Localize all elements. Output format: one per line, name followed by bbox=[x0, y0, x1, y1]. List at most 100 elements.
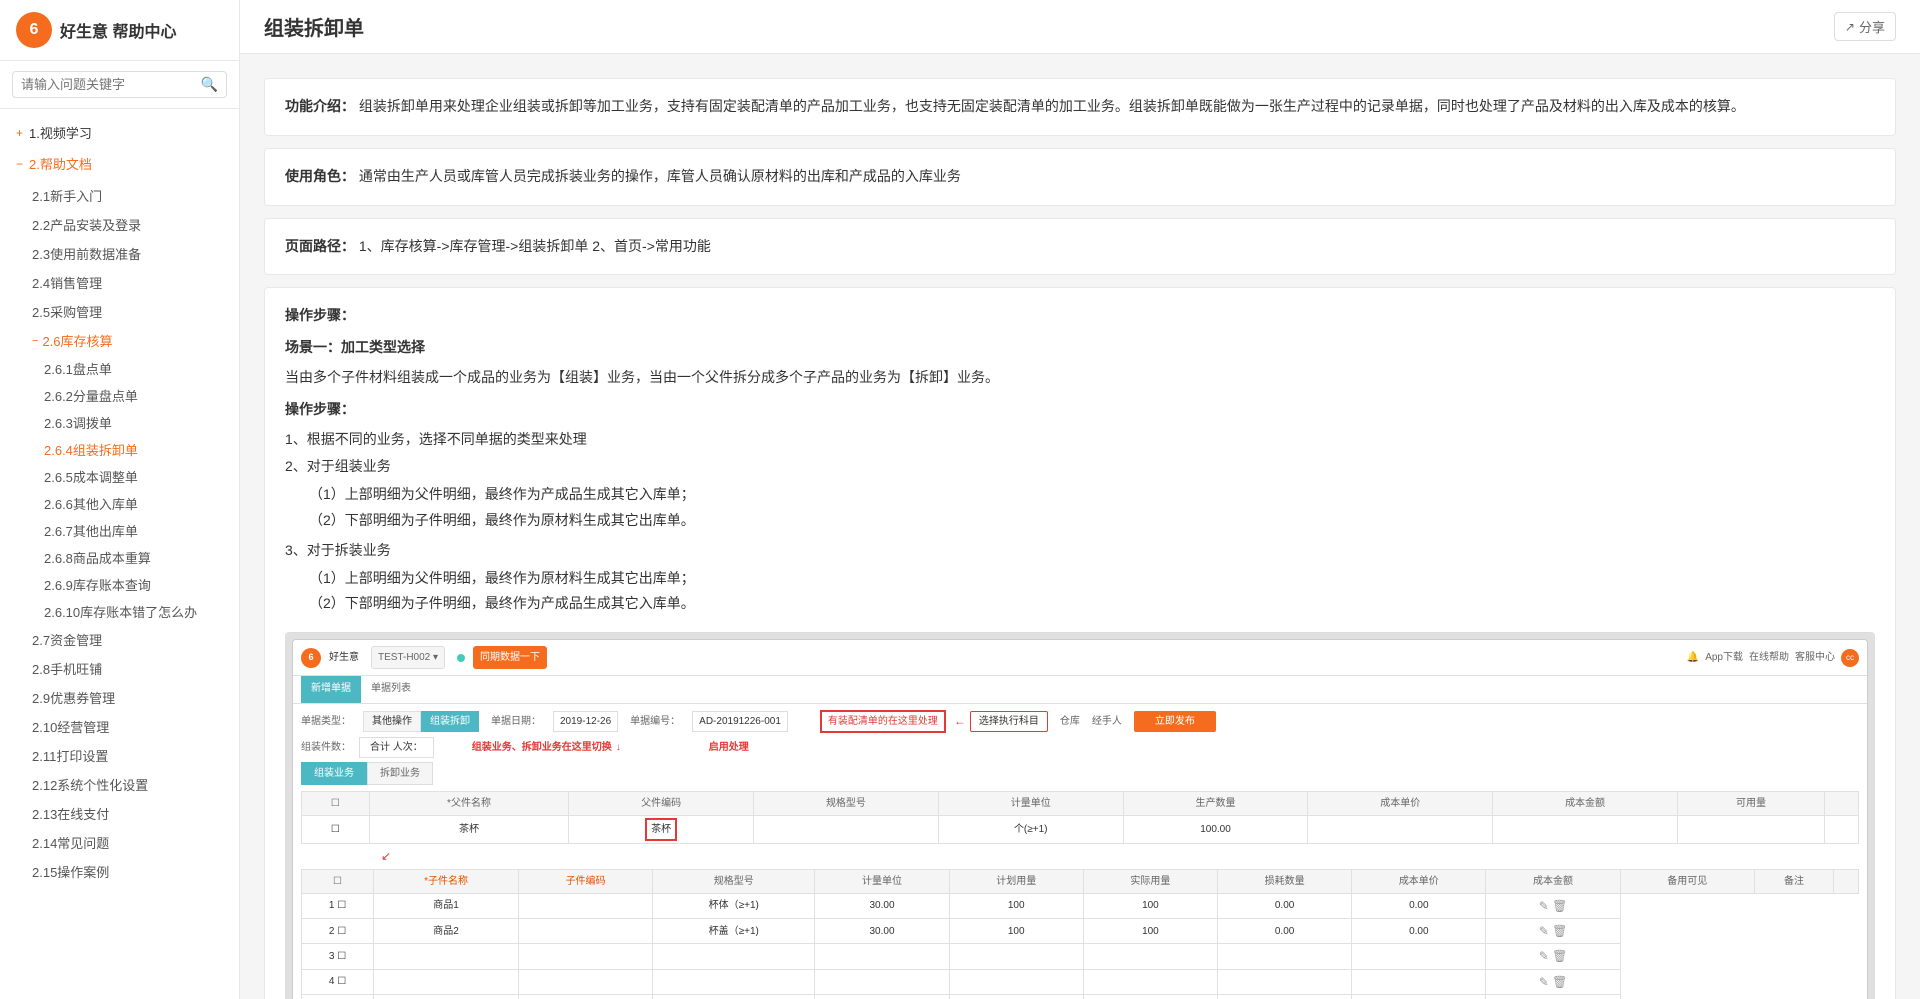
sidebar-item-sub265[interactable]: 2.6.5成本调整单 bbox=[44, 463, 239, 490]
service-icon[interactable]: 客服中心 bbox=[1795, 649, 1835, 666]
sidebar-item-cat2[interactable]: − 2.帮助文档 bbox=[0, 148, 239, 179]
ltd-check1[interactable]: 1 ☐ bbox=[302, 893, 374, 918]
ltd-unit1: 30.00 bbox=[815, 893, 949, 918]
td-check1[interactable]: ☐ bbox=[302, 816, 370, 844]
tab-assemble[interactable]: 组装拆卸 bbox=[421, 711, 479, 732]
sidebar-item-sub267[interactable]: 2.6.7其他出库单 bbox=[44, 517, 239, 544]
sidebar-item-sub27[interactable]: 2.7资金管理 bbox=[32, 625, 239, 654]
sidebar-item-sub21[interactable]: 2.1新手入门 bbox=[32, 181, 239, 210]
form-label-assemble: 组装件数： bbox=[301, 739, 351, 756]
sidebar-item-sub28[interactable]: 2.8手机旺铺 bbox=[32, 654, 239, 683]
sidebar-item-sub24[interactable]: 2.4销售管理 bbox=[32, 268, 239, 297]
th-check: ☐ bbox=[302, 792, 370, 816]
ltd-check3[interactable]: 3 ☐ bbox=[302, 944, 374, 969]
sidebar-item-sub264[interactable]: 2.6.4组装拆卸单 bbox=[44, 436, 239, 463]
intro-card: 功能介绍： 组装拆卸单用来处理企业组装或拆卸等加工业务，支持有固定装配清单的产品… bbox=[264, 78, 1896, 136]
app-brand: 好生意 bbox=[329, 649, 359, 666]
tab-assemble-type[interactable]: 组装业务 bbox=[301, 762, 367, 785]
ltd-name2: 商品2 bbox=[374, 918, 519, 943]
td-unit1: 个(≥+1) bbox=[938, 816, 1123, 844]
role-card: 使用角色： 通常由生产人员或库管人员完成拆装业务的操作，库管人员确认原材料的出库… bbox=[264, 148, 1896, 206]
sidebar-item-sub266[interactable]: 2.6.6其他入库单 bbox=[44, 490, 239, 517]
ltd-costprice2: 0.00 bbox=[1352, 918, 1486, 943]
sidebar-item-sub26[interactable]: − 2.6库存核算 bbox=[32, 326, 239, 355]
sidebar-item-sub23[interactable]: 2.3使用前数据准备 bbox=[32, 239, 239, 268]
sidebar-item-sub211[interactable]: 2.11打印设置 bbox=[32, 741, 239, 770]
sidebar-item-sub213[interactable]: 2.13在线支付 bbox=[32, 799, 239, 828]
sidebar-item-sub22[interactable]: 2.2产品安装及登录 bbox=[32, 210, 239, 239]
sidebar-item-sub263[interactable]: 2.6.3调拨单 bbox=[44, 409, 239, 436]
form-row-2: 组装件数： 合计 人次： 组装业务、拆卸业务在这里切换 ↓ 启用处理 bbox=[301, 737, 1859, 758]
bell-icon[interactable]: 🔔 bbox=[1687, 649, 1699, 666]
step2-sub1: （1）上部明细为父件明细，最终作为产成品生成其它入库单； bbox=[285, 483, 1875, 507]
page-title: 组装拆卸单 bbox=[264, 12, 364, 41]
ltd-ops1: ✎ 🗑 bbox=[1486, 893, 1620, 918]
sidebar-item-sub261[interactable]: 2.6.1盘点单 bbox=[44, 355, 239, 382]
app-company-dropdown[interactable]: TEST-H002 ▾ bbox=[371, 646, 445, 669]
sidebar-item-cat1[interactable]: + 1.视频学习 bbox=[0, 117, 239, 148]
ltd-check4[interactable]: 4 ☐ bbox=[302, 969, 374, 994]
step3-sub2: （2）下部明细为子件明细，最终作为产成品生成其它入库单。 bbox=[285, 592, 1875, 616]
path-label: 页面路径： bbox=[285, 238, 355, 254]
sidebar-item-sub210[interactable]: 2.10经营管理 bbox=[32, 712, 239, 741]
role-text: 通常由生产人员或库管人员完成拆装业务的操作，库管人员确认原材料的出库和产成品的入… bbox=[359, 168, 961, 184]
ltd-check2[interactable]: 2 ☐ bbox=[302, 918, 374, 943]
search-area: 🔍 bbox=[0, 61, 239, 109]
save-btn[interactable]: 立即发布 bbox=[1134, 711, 1216, 732]
lth-spec: 规格型号 bbox=[653, 869, 815, 893]
expand-icon-cat1: + bbox=[16, 126, 23, 140]
code-input-red1[interactable]: 茶杯 bbox=[645, 818, 677, 841]
form-label-store: 仓库 bbox=[1060, 713, 1080, 730]
sidebar-item-sub212[interactable]: 2.12系统个性化设置 bbox=[32, 770, 239, 799]
intro-text: 组装拆卸单用来处理企业组装或拆卸等加工业务，支持有固定装配清单的产品加工业务，也… bbox=[359, 98, 1745, 114]
tab-disassemble-type[interactable]: 拆卸业务 bbox=[367, 762, 433, 785]
sidebar-item-sub2610[interactable]: 2.6.10库存账本错了怎么办 bbox=[44, 598, 239, 625]
type-switch: 其他操作 组装拆卸 bbox=[363, 711, 479, 732]
td-cost1 bbox=[1308, 816, 1493, 844]
child-row-4: 4 ☐ ✎ 🗑 bbox=[302, 969, 1859, 994]
ltd-name3 bbox=[374, 944, 519, 969]
form-label-date: 单据日期： bbox=[491, 713, 541, 730]
app-screenshot-container: 6 好生意 TEST-H002 ▾ 同期数据一下 🔔 App下载 在线帮助 客服… bbox=[285, 632, 1875, 999]
td-total1 bbox=[1493, 816, 1678, 844]
th-ops bbox=[1825, 792, 1859, 816]
app-icon[interactable]: App下载 bbox=[1705, 649, 1743, 666]
logo-text: 好生意 帮助中心 bbox=[60, 18, 176, 42]
select-subject-btn[interactable]: 选择执行科目 bbox=[970, 711, 1048, 732]
lth-check: ☐ bbox=[302, 869, 374, 893]
lth-ops bbox=[1834, 869, 1859, 893]
sidebar-item-sub25[interactable]: 2.5采购管理 bbox=[32, 297, 239, 326]
annotation3-area: 组装业务、拆卸业务在这里切换 ↓ bbox=[472, 739, 621, 756]
sidebar-item-sub262[interactable]: 2.6.2分量盘点单 bbox=[44, 382, 239, 409]
app-nav-dropdown[interactable]: 同期数据一下 bbox=[473, 646, 547, 669]
td-spec1 bbox=[754, 816, 939, 844]
sidebar-item-sub214[interactable]: 2.14常见问题 bbox=[32, 828, 239, 857]
sidebar-item-sub269[interactable]: 2.6.9库存账本查询 bbox=[44, 571, 239, 598]
help-icon[interactable]: 在线帮助 bbox=[1749, 649, 1789, 666]
search-icon[interactable]: 🔍 bbox=[201, 76, 218, 93]
app-icons-area: 🔔 App下载 在线帮助 客服中心 cc bbox=[1687, 649, 1859, 667]
ltd-name1: 商品1 bbox=[374, 893, 519, 918]
avatar-icon[interactable]: cc bbox=[1841, 649, 1859, 667]
ltd-loss3 bbox=[1218, 944, 1352, 969]
sidebar: 6 好生意 帮助中心 🔍 + 1.视频学习 − 2.帮助文档 2.1新手入门 2… bbox=[0, 0, 240, 999]
ltd-costprice1: 0.00 bbox=[1352, 893, 1486, 918]
ltd-ops3: ✎ 🗑 bbox=[1486, 944, 1620, 969]
share-button[interactable]: ↗ 分享 bbox=[1834, 12, 1896, 41]
sidebar-item-sub29[interactable]: 2.9优惠券管理 bbox=[32, 683, 239, 712]
sidebar-sub26-group: − 2.6库存核算 2.6.1盘点单 2.6.2分量盘点单 2.6.3调拨单 2… bbox=[32, 326, 239, 625]
tab-new[interactable]: 新增单据 bbox=[301, 676, 361, 703]
upper-table: ☐ *父件名称 父件编码 规格型号 计量单位 生产数量 成本单价 成本金额 可用 bbox=[301, 791, 1859, 844]
role-label: 使用角色： bbox=[285, 168, 355, 184]
search-input[interactable] bbox=[21, 77, 201, 92]
lth-cost-price: 成本单价 bbox=[1352, 869, 1486, 893]
tab-other[interactable]: 其他操作 bbox=[363, 711, 421, 732]
lth-memo: 备注 bbox=[1754, 869, 1833, 893]
form-num[interactable]: AD-20191226-001 bbox=[692, 711, 788, 732]
sidebar-item-sub215[interactable]: 2.15操作案例 bbox=[32, 857, 239, 886]
ltd-check5[interactable]: 5 ☐ bbox=[302, 995, 374, 999]
form-count[interactable]: 合计 人次： bbox=[359, 737, 434, 758]
form-date[interactable]: 2019-12-26 bbox=[553, 711, 618, 732]
tab-list[interactable]: 单据列表 bbox=[361, 676, 421, 703]
sidebar-item-sub268[interactable]: 2.6.8商品成本重算 bbox=[44, 544, 239, 571]
